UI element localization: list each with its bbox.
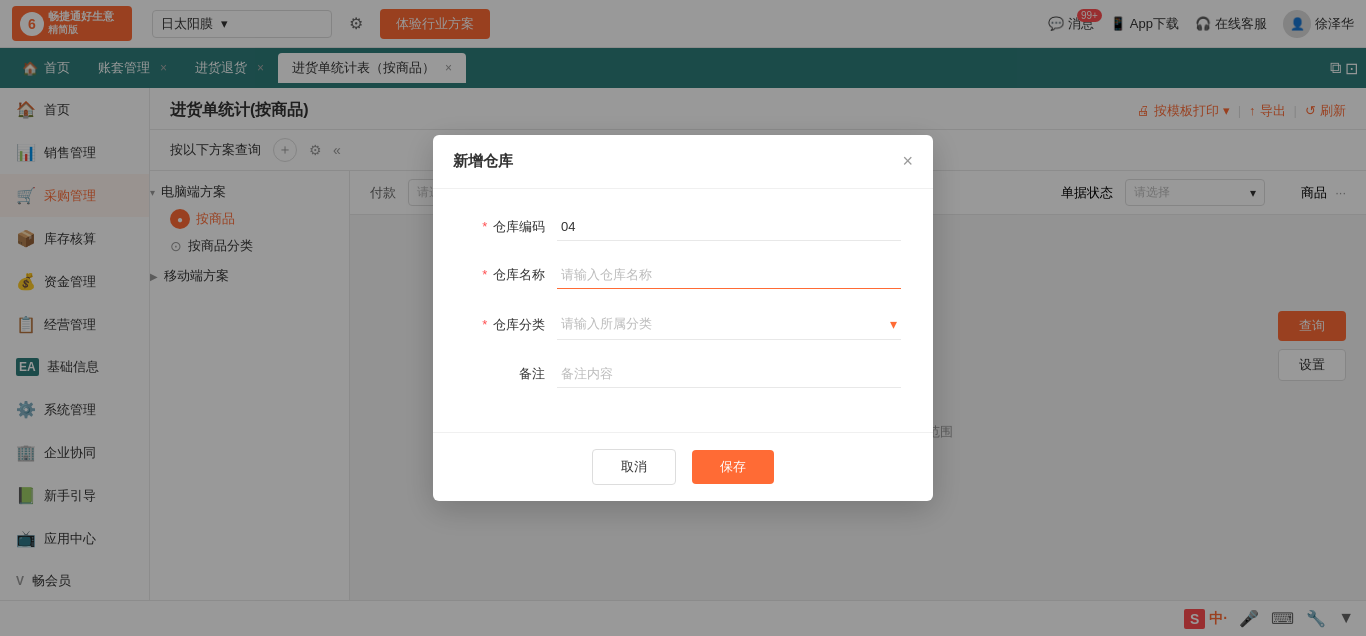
warehouse-code-input[interactable] bbox=[557, 213, 901, 241]
warehouse-remark-input[interactable] bbox=[557, 360, 901, 388]
save-button[interactable]: 保存 bbox=[692, 450, 774, 484]
warehouse-category-select[interactable]: 请输入所属分类 ▾ bbox=[557, 309, 901, 340]
warehouse-name-input[interactable] bbox=[557, 261, 901, 289]
modal-body: * 仓库编码 * 仓库名称 * 仓库分类 请输入 bbox=[433, 189, 933, 432]
warehouse-name-label: * 仓库名称 bbox=[465, 266, 545, 284]
warehouse-category-label: * 仓库分类 bbox=[465, 316, 545, 334]
modal-close-button[interactable]: × bbox=[902, 151, 913, 172]
warehouse-category-row: * 仓库分类 请输入所属分类 ▾ bbox=[465, 309, 901, 340]
new-warehouse-modal: 新增仓库 × * 仓库编码 * 仓库名称 bbox=[433, 135, 933, 501]
modal-overlay[interactable]: 新增仓库 × * 仓库编码 * 仓库名称 bbox=[0, 0, 1366, 636]
category-arrow-icon: ▾ bbox=[890, 316, 897, 332]
modal-title: 新增仓库 bbox=[453, 152, 513, 171]
warehouse-remark-label: 备注 bbox=[465, 365, 545, 383]
warehouse-remark-row: 备注 bbox=[465, 360, 901, 388]
warehouse-code-label: * 仓库编码 bbox=[465, 218, 545, 236]
warehouse-name-row: * 仓库名称 bbox=[465, 261, 901, 289]
required-mark: * bbox=[482, 219, 487, 234]
modal-header: 新增仓库 × bbox=[433, 135, 933, 189]
cancel-button[interactable]: 取消 bbox=[592, 449, 676, 485]
warehouse-code-row: * 仓库编码 bbox=[465, 213, 901, 241]
category-placeholder: 请输入所属分类 bbox=[561, 315, 652, 333]
modal-footer: 取消 保存 bbox=[433, 432, 933, 501]
